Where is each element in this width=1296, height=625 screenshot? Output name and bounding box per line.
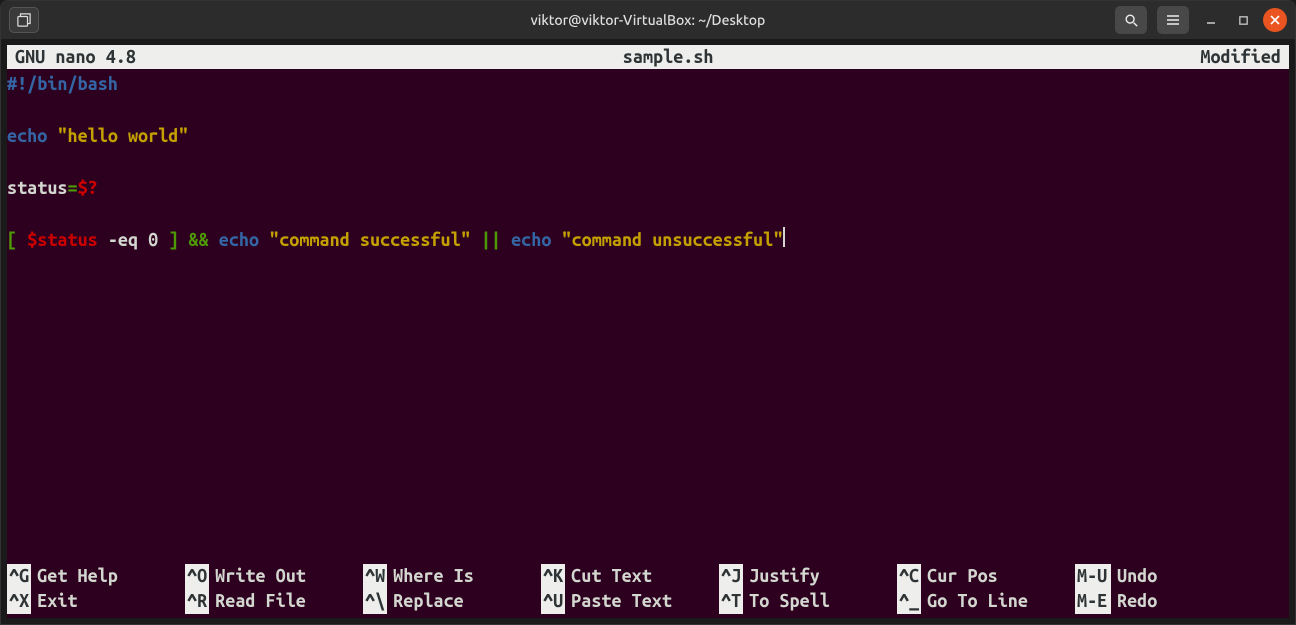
- string-fail: "command unsuccessful": [551, 230, 783, 250]
- terminal-body[interactable]: GNU nano 4.8 sample.sh Modified #!/bin/b…: [7, 45, 1289, 618]
- nano-header: GNU nano 4.8 sample.sh Modified: [7, 45, 1289, 69]
- text-cursor: [783, 227, 785, 247]
- shortcut-undo: M-UUndo: [1075, 564, 1253, 589]
- shortcut-replace: ^\Replace: [363, 589, 541, 614]
- echo-keyword: echo: [219, 230, 259, 250]
- nano-filename: sample.sh: [136, 47, 1200, 67]
- shortcut-readfile: ^RRead File: [185, 589, 363, 614]
- shortcut-whereis: ^WWhere Is: [363, 564, 541, 589]
- echo-keyword: echo: [7, 126, 47, 146]
- and-op: &&: [178, 230, 218, 250]
- search-button[interactable]: [1115, 6, 1147, 34]
- variable-name: status: [7, 178, 67, 198]
- test-close: ]: [158, 230, 178, 250]
- test-op: -eq: [98, 230, 148, 250]
- nano-shortcuts: ^GGet Help ^OWrite Out ^WWhere Is ^KCut …: [7, 564, 1289, 618]
- minimize-button[interactable]: [1199, 8, 1223, 32]
- new-tab-button[interactable]: [9, 7, 39, 33]
- string-literal: "hello world": [57, 126, 188, 146]
- shortcut-exit: ^XExit: [7, 589, 185, 614]
- echo-keyword: echo: [511, 230, 551, 250]
- shortcut-paste: ^UPaste Text: [541, 589, 719, 614]
- or-op: ||: [471, 230, 511, 250]
- maximize-button[interactable]: [1231, 8, 1255, 32]
- test-open: [: [7, 230, 27, 250]
- shortcut-spell: ^TTo Spell: [719, 589, 897, 614]
- zero-literal: 0: [148, 230, 158, 250]
- nano-status: Modified: [1200, 47, 1281, 67]
- terminal-window: viktor@viktor-VirtualBox: ~/Desktop: [0, 0, 1296, 625]
- close-button[interactable]: [1263, 8, 1287, 32]
- editor-content[interactable]: #!/bin/bash echo "hello world" status=$?…: [7, 69, 1289, 564]
- shortcut-help: ^GGet Help: [7, 564, 185, 589]
- shortcut-writeout: ^OWrite Out: [185, 564, 363, 589]
- shortcut-redo: M-ERedo: [1075, 589, 1253, 614]
- footer-row-2: ^XExit ^RRead File ^\Replace ^UPaste Tex…: [7, 589, 1289, 614]
- menu-button[interactable]: [1157, 6, 1189, 34]
- shortcut-justify: ^JJustify: [719, 564, 897, 589]
- shebang-line: #!/bin/bash: [7, 74, 118, 94]
- assign-op: =: [67, 178, 77, 198]
- shortcut-curpos: ^CCur Pos: [897, 564, 1075, 589]
- footer-row-1: ^GGet Help ^OWrite Out ^WWhere Is ^KCut …: [7, 564, 1289, 589]
- shortcut-goto: ^_Go To Line: [897, 589, 1075, 614]
- string-success: "command successful": [259, 230, 471, 250]
- window-title: viktor@viktor-VirtualBox: ~/Desktop: [531, 12, 766, 28]
- status-variable: $status: [27, 230, 98, 250]
- window-titlebar: viktor@viktor-VirtualBox: ~/Desktop: [1, 1, 1295, 39]
- nano-version: GNU nano 4.8: [15, 47, 136, 67]
- shortcut-cut: ^KCut Text: [541, 564, 719, 589]
- exit-status-var: $?: [78, 178, 98, 198]
